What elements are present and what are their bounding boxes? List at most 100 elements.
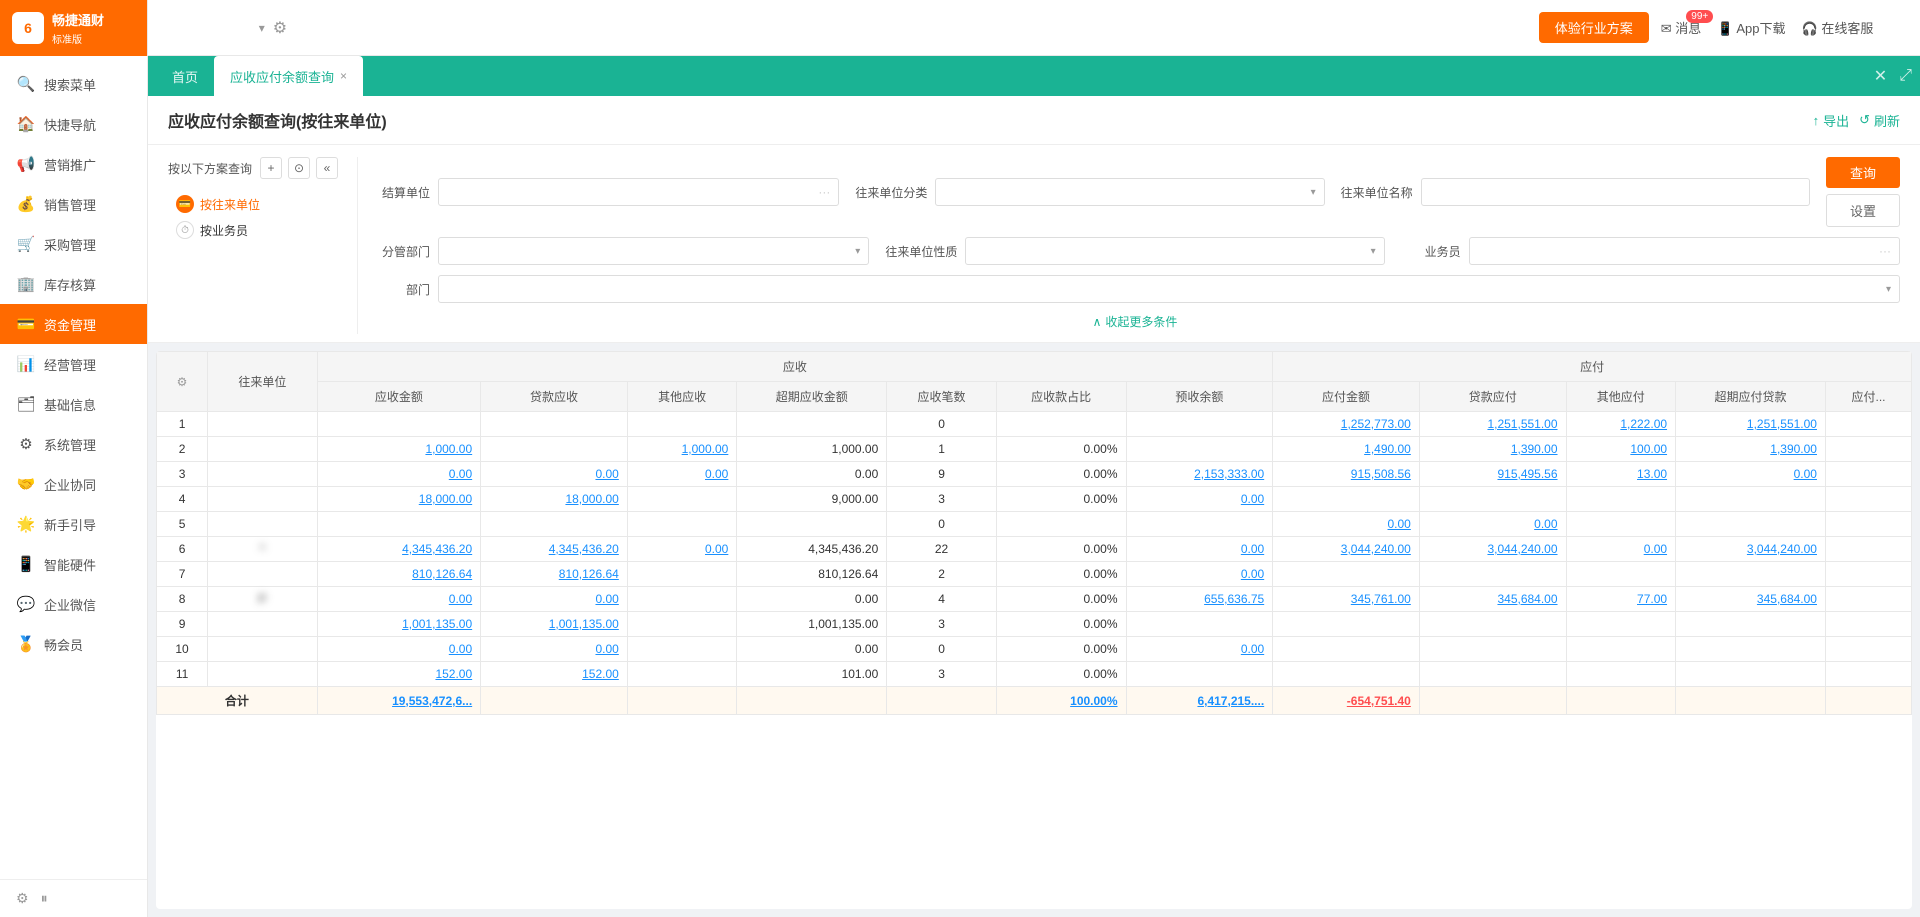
filter-area: 按以下方案查询 + ⊙ « 💳 按往来单位 ⏱ 按业务员 xyxy=(148,145,1920,343)
sidebar-item-basic[interactable]: 🗂 基础信息 xyxy=(0,384,147,424)
sidebar-item-system[interactable]: ⚙ 系统管理 xyxy=(0,424,147,464)
th-receivable-group: 应收 xyxy=(317,352,1273,382)
sidebar-item-operations[interactable]: 📊 经营管理 xyxy=(0,344,147,384)
member-icon: 🏅 xyxy=(16,634,36,654)
header-company: XXXXXXXXXX xyxy=(164,20,251,35)
app-icon: 📱 xyxy=(1717,21,1733,36)
filter-option-salesperson[interactable]: ⏱ 按业务员 xyxy=(168,217,345,243)
sidebar-item-finance[interactable]: 💳 资金管理 xyxy=(0,304,147,344)
customer-category-select[interactable]: ▾ xyxy=(935,178,1324,206)
table-row: 7810,126.64810,126.64810,126.6420.00%0.0… xyxy=(157,562,1912,587)
th-payable-amount: 应付金额 xyxy=(1273,382,1420,412)
add-scheme-icon[interactable]: + xyxy=(260,157,282,179)
setting-button[interactable]: 设置 xyxy=(1826,194,1900,227)
system-icon: ⚙ xyxy=(16,434,36,454)
dept-manager-select[interactable]: ▾ xyxy=(438,237,869,265)
tab-bar: 首页 应收应付余额查询 × ✕ ⤢ xyxy=(148,56,1920,96)
inventory-icon: 🏢 xyxy=(16,274,36,294)
user-avatar[interactable]: Rit xyxy=(1889,21,1904,35)
sidebar-item-hardware[interactable]: 📱 智能硬件 xyxy=(0,544,147,584)
sales-icon: 💰 xyxy=(16,194,36,214)
top-header: XXXXXXXXXX ▾ ⚙ 体验行业方案 ✉ 消息 99+ 📱 App下载 🎧… xyxy=(148,0,1920,56)
customer-nature-select[interactable]: ▾ xyxy=(965,237,1384,265)
corp-icon: 🤝 xyxy=(16,474,36,494)
message-btn[interactable]: ✉ 消息 99+ xyxy=(1661,18,1702,37)
query-button[interactable]: 查询 xyxy=(1826,157,1900,188)
total-advance-balance[interactable]: 6,417,215.... xyxy=(1126,687,1273,715)
table-row: 21,000.001,000.001,000.0010.00%1,490.001… xyxy=(157,437,1912,462)
total-receivable-amount[interactable]: 19,553,472,6... xyxy=(317,687,481,715)
sidebar-item-inventory[interactable]: 🏢 库存核算 xyxy=(0,264,147,304)
customer-nature-field: 往来单位性质 ▾ xyxy=(885,237,1384,265)
close-window-icon[interactable]: ✕ xyxy=(1874,66,1887,86)
total-payable-amount[interactable]: -654,751.40 xyxy=(1273,687,1420,715)
sidebar-item-marketing[interactable]: 📢 营销推广 xyxy=(0,144,147,184)
sidebar-item-corp[interactable]: 🤝 企业协同 xyxy=(0,464,147,504)
tab-receivable-query[interactable]: 应收应付余额查询 × xyxy=(214,56,363,96)
sidebar-item-purchase[interactable]: 🛒 采购管理 xyxy=(0,224,147,264)
table-row: 30.000.000.000.0090.00%2,153,333.00915,5… xyxy=(157,462,1912,487)
customer-category-field: 往来单位分类 ▾ xyxy=(855,178,1324,206)
tab-close-icon[interactable]: × xyxy=(340,69,347,83)
collapse-sidebar-icon[interactable]: ⏸ xyxy=(41,890,48,907)
th-other-payable: 其他应付 xyxy=(1566,382,1676,412)
filter-option-partner[interactable]: 💳 按往来单位 xyxy=(168,191,345,217)
tab-bar-right: ✕ ⤢ xyxy=(1874,66,1912,86)
salesperson-input[interactable]: ··· xyxy=(1469,237,1900,265)
sidebar-item-guide[interactable]: 🌟 新手引导 xyxy=(0,504,147,544)
home-icon: 🏠 xyxy=(16,114,36,134)
header-actions: ✉ 消息 99+ 📱 App下载 🎧 在线客服 Rit xyxy=(1661,18,1904,37)
partner-option-icon: 💳 xyxy=(176,195,194,213)
customer-name-field: 往来单位名称 xyxy=(1341,178,1810,206)
company-dropdown-icon[interactable]: ▾ xyxy=(259,21,265,35)
salesperson-field: 业务员 ··· xyxy=(1401,237,1900,265)
page-container: 应收应付余额查询(按往来单位) ↑ 导出 ↺ 刷新 按以下方案查询 xyxy=(148,96,1920,917)
scheme-settings-icon[interactable]: ⊙ xyxy=(288,157,310,179)
header-gear-icon[interactable]: ⚙ xyxy=(273,18,287,38)
th-other-receivable: 其他应收 xyxy=(627,382,737,412)
total-row: 合计 19,553,472,6... 100.00% 6,417,215....… xyxy=(157,687,1912,715)
table-row: 101,252,773.001,251,551.001,222.001,251,… xyxy=(157,412,1912,437)
th-receivable-count: 应收笔数 xyxy=(887,382,997,412)
table-row: 418,000.0018,000.009,000.0030.00%0.00 xyxy=(157,487,1912,512)
sidebar-item-search[interactable]: 🔍 搜索菜单 xyxy=(0,64,147,104)
table-container: ⚙ 往来单位 应收 应付 应收金额 贷款应收 其他应收 超期应收金额 应收笔数 … xyxy=(156,351,1912,909)
total-receivable-ratio[interactable]: 100.00% xyxy=(996,687,1126,715)
export-btn[interactable]: ↑ 导出 xyxy=(1813,111,1850,130)
filter-collapse-btn[interactable]: ∧ 收起更多条件 xyxy=(370,309,1900,334)
guide-icon: 🌟 xyxy=(16,514,36,534)
message-badge: 99+ xyxy=(1686,10,1713,23)
query-btn-group: 查询 设置 xyxy=(1826,157,1900,227)
sidebar-item-wechat[interactable]: 💬 企业微信 xyxy=(0,584,147,624)
filter-scheme-icons: + ⊙ « xyxy=(260,157,338,179)
sidebar-item-member[interactable]: 🏅 畅会员 xyxy=(0,624,147,664)
sidebar-item-sales[interactable]: 💰 销售管理 xyxy=(0,184,147,224)
page-header: 应收应付余额查询(按往来单位) ↑ 导出 ↺ 刷新 xyxy=(148,96,1920,145)
department-select[interactable]: ▾ xyxy=(438,275,1900,303)
customer-name-input[interactable] xyxy=(1421,178,1810,206)
refresh-btn[interactable]: ↺ 刷新 xyxy=(1859,111,1900,130)
filter-fields-panel: 结算单位 ··· 往来单位分类 ▾ 往来单位名称 xyxy=(370,157,1900,334)
tab-home[interactable]: 首页 xyxy=(156,56,214,96)
trial-btn[interactable]: 体验行业方案 xyxy=(1539,12,1649,43)
refresh-icon: ↺ xyxy=(1859,112,1870,128)
maximize-icon[interactable]: ⤢ xyxy=(1899,67,1912,85)
th-receivable-amount: 应收金额 xyxy=(317,382,481,412)
search-icon: 🔍 xyxy=(16,74,36,94)
marketing-icon: 📢 xyxy=(16,154,36,174)
table-row: 8P0.000.000.0040.00%655,636.75345,761.00… xyxy=(157,587,1912,612)
th-overdue-payable: 超期应付贷款 xyxy=(1676,382,1826,412)
data-table: ⚙ 往来单位 应收 应付 应收金额 贷款应收 其他应收 超期应收金额 应收笔数 … xyxy=(156,351,1912,715)
scheme-collapse-icon[interactable]: « xyxy=(316,157,338,179)
th-partner: 往来单位 xyxy=(208,352,318,412)
th-settings[interactable]: ⚙ xyxy=(157,352,208,412)
settlement-unit-input[interactable]: ··· xyxy=(438,178,839,206)
settings-footer-icon[interactable]: ⚙ xyxy=(16,890,29,907)
th-payable-group: 应付 xyxy=(1273,352,1912,382)
online-service-btn[interactable]: 🎧 在线客服 xyxy=(1802,18,1874,37)
app-download-btn[interactable]: 📱 App下载 xyxy=(1717,18,1785,37)
sidebar-item-quicknav[interactable]: 🏠 快捷导航 xyxy=(0,104,147,144)
logo-icon: 6 xyxy=(12,12,44,44)
table-row: 91,001,135.001,001,135.001,001,135.0030.… xyxy=(157,612,1912,637)
table-settings-icon[interactable]: ⚙ xyxy=(177,375,188,389)
